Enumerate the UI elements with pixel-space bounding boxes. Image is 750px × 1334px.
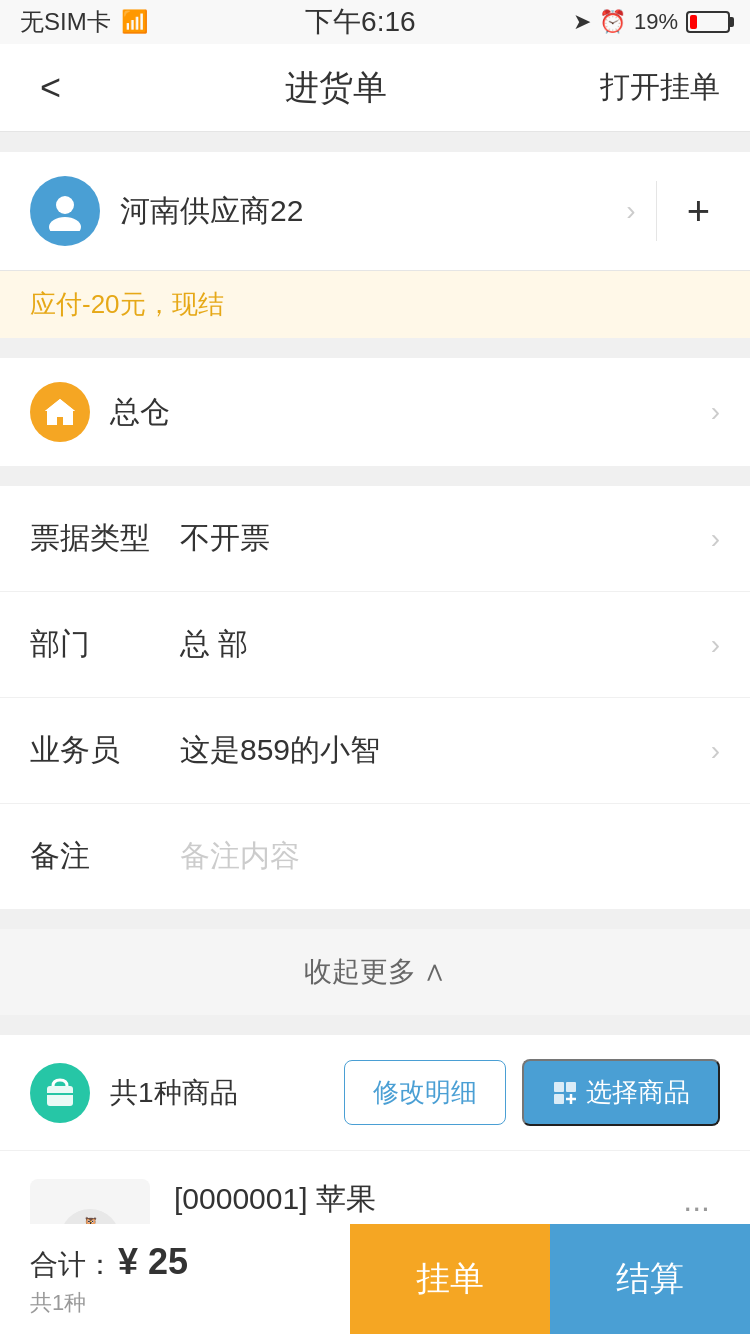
status-left: 无SIM卡 📶 [20,6,148,38]
supplier-chevron: › [626,195,635,227]
supplier-notice: 应付-20元，现结 [0,271,750,338]
battery-icon [686,11,730,33]
svg-rect-9 [554,1094,564,1104]
checkout-button[interactable]: 结算 [550,1224,750,1334]
status-bar: 无SIM卡 📶 下午6:16 ➤ ⏰ 19% [0,0,750,44]
form-section: 票据类型 不开票 › 部门 总 部 › 业务员 这是859的小智 › 备注 备注… [0,486,750,909]
invoice-chevron: › [711,523,720,555]
products-count: 共1种商品 [110,1074,344,1112]
supplier-section: 河南供应商22 › + 应付-20元，现结 [0,152,750,338]
warehouse-row[interactable]: 总仓 › [0,358,750,466]
dept-chevron: › [711,629,720,661]
status-right: ➤ ⏰ 19% [573,9,730,35]
products-icon [30,1063,90,1123]
section-gap-1 [0,132,750,152]
svg-rect-8 [566,1082,576,1092]
product-name: [0000001] 苹果 [174,1179,649,1220]
open-hang-button[interactable]: 打开挂单 [600,67,720,108]
battery-percent: 19% [634,9,678,35]
add-supplier-button[interactable]: + [677,189,720,234]
house-icon [43,395,77,429]
form-row-dept[interactable]: 部门 总 部 › [0,592,750,698]
hang-button[interactable]: 挂单 [350,1224,550,1334]
dept-value: 总 部 [160,624,711,665]
form-row-invoice[interactable]: 票据类型 不开票 › [0,486,750,592]
form-row-note[interactable]: 备注 备注内容 [0,804,750,909]
nav-bar: < 进货单 打开挂单 [0,44,750,132]
supplier-avatar [30,176,100,246]
status-time: 下午6:16 [305,3,416,41]
battery-fill [690,15,697,29]
svg-point-0 [56,196,74,214]
select-icon [552,1080,578,1106]
products-header: 共1种商品 修改明细 选择商品 [0,1035,750,1151]
svg-rect-5 [47,1086,73,1106]
location-icon: ➤ [573,9,591,35]
wifi-icon: 📶 [121,9,148,35]
carrier-label: 无SIM卡 [20,6,111,38]
shopping-icon [43,1076,77,1110]
warehouse-chevron: › [711,396,720,428]
page-title: 进货单 [285,65,387,111]
select-product-button[interactable]: 选择商品 [522,1059,720,1126]
select-product-label: 选择商品 [586,1075,690,1110]
collapse-button[interactable]: 收起更多 ∧ [0,929,750,1015]
sales-value: 这是859的小智 [160,730,711,771]
total-label: 合计： [30,1246,114,1284]
dept-label: 部门 [30,624,160,665]
note-label: 备注 [30,836,160,877]
back-button[interactable]: < [30,57,71,119]
total-count: 共1种 [30,1288,320,1318]
bottom-bar: 合计： ¥ 25 共1种 挂单 结算 [0,1224,750,1334]
supplier-row: 河南供应商22 › + [0,152,750,271]
divider [656,181,657,241]
svg-point-1 [49,217,81,231]
warehouse-icon [30,382,90,442]
form-row-sales[interactable]: 业务员 这是859的小智 › [0,698,750,804]
svg-rect-7 [554,1082,564,1092]
total-amount: ¥ 25 [118,1241,188,1283]
edit-detail-button[interactable]: 修改明细 [344,1060,506,1125]
svg-rect-4 [57,417,63,425]
product-code: [0000001] 苹果 [174,1182,376,1215]
invoice-label: 票据类型 [30,518,160,559]
bottom-total: 合计： ¥ 25 共1种 [0,1224,350,1334]
warehouse-section: 总仓 › [0,358,750,466]
invoice-value: 不开票 [160,518,711,559]
sales-chevron: › [711,735,720,767]
sales-label: 业务员 [30,730,160,771]
alarm-icon: ⏰ [599,9,626,35]
supplier-name[interactable]: 河南供应商22 [120,191,626,232]
note-placeholder: 备注内容 [160,836,720,877]
person-icon [45,191,85,231]
warehouse-name: 总仓 [110,392,711,433]
